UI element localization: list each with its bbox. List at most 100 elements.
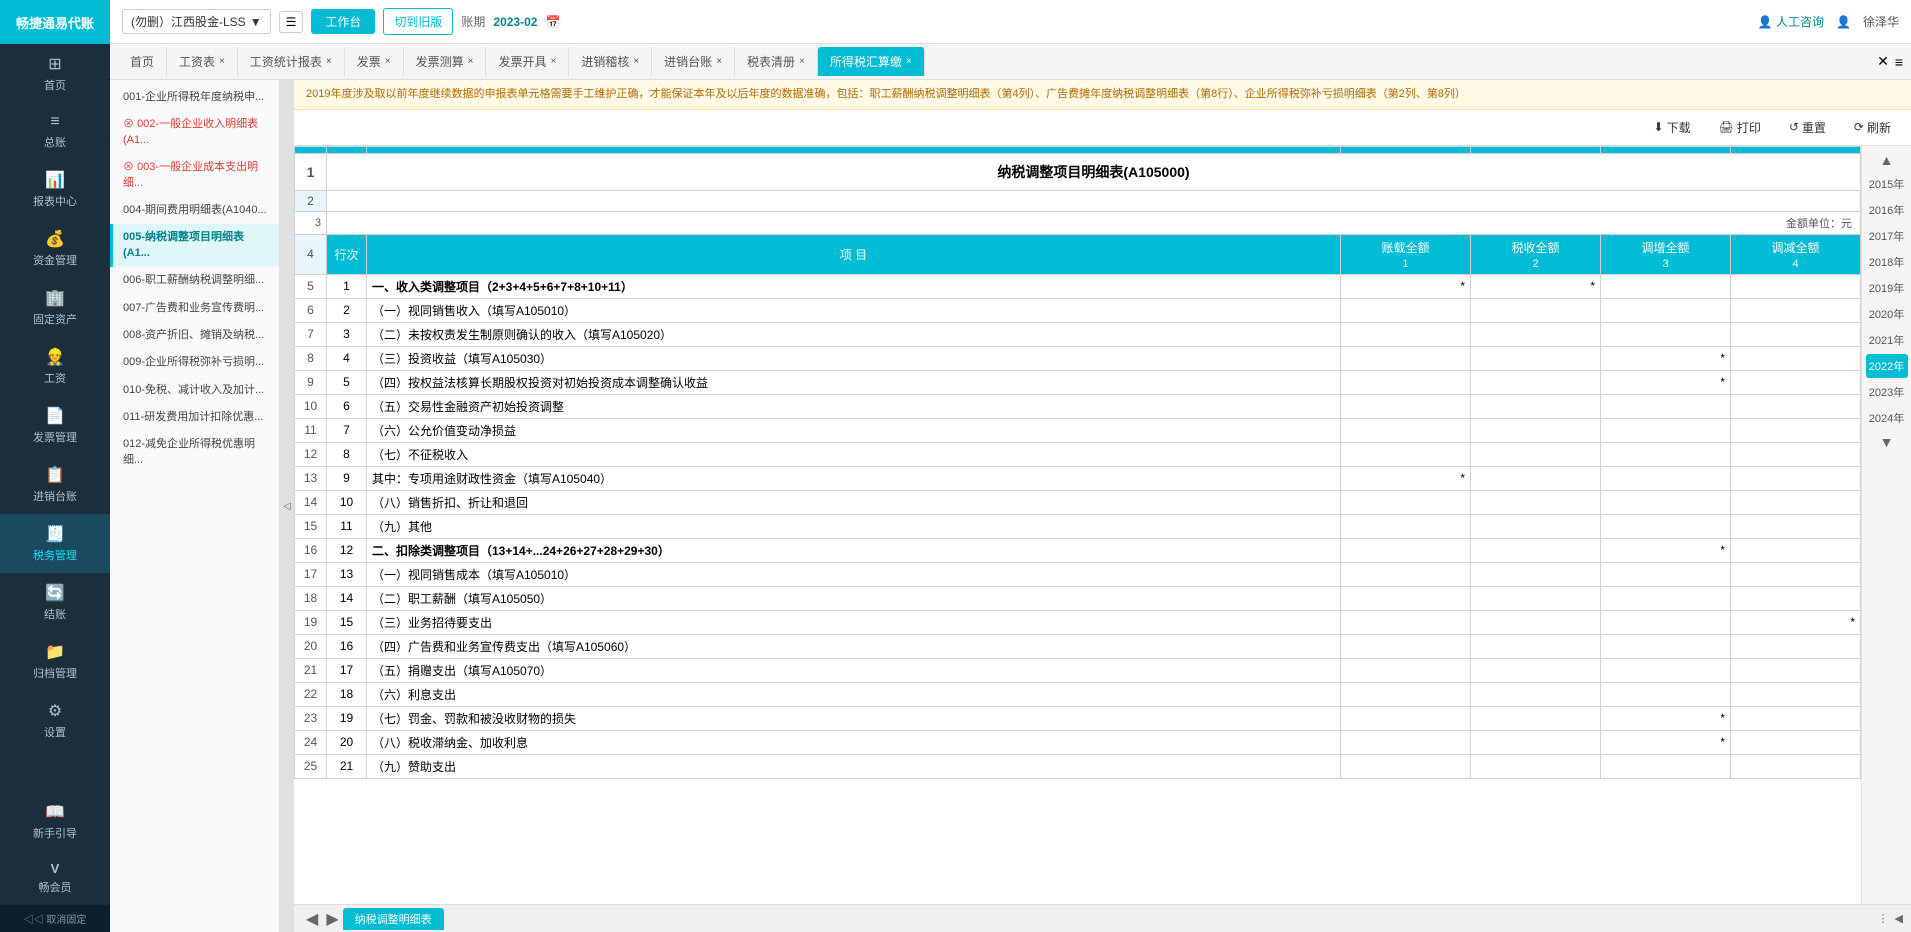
sidebar-item-sales-ledger[interactable]: 📋 进销台账 — [0, 455, 110, 514]
bottom-tab-adjust[interactable]: 纳税调整明细表 — [343, 908, 444, 930]
cell-hang[interactable]: 17 — [327, 658, 367, 682]
cell-hang[interactable]: 9 — [327, 466, 367, 490]
cell-d[interactable] — [1471, 418, 1601, 442]
cell-c[interactable] — [1341, 754, 1471, 778]
tab-payroll-report-close[interactable]: × — [326, 56, 332, 67]
cell-hang[interactable]: 7 — [327, 418, 367, 442]
left-panel-item-010[interactable]: 010-免税、减计收入及加计... — [110, 377, 279, 404]
cell-f[interactable] — [1731, 442, 1861, 466]
bottom-tab-next[interactable]: ▶ — [322, 909, 342, 929]
cell-hang[interactable]: 15 — [327, 610, 367, 634]
cell-hang[interactable]: 14 — [327, 586, 367, 610]
reset-button[interactable]: ↺ 重置 — [1781, 116, 1834, 139]
cell-d[interactable] — [1471, 298, 1601, 322]
cell-f[interactable] — [1731, 538, 1861, 562]
cell-f[interactable] — [1731, 346, 1861, 370]
table-row[interactable]: 2319（七）罚金、罚款和被没收财物的损失* — [295, 706, 1861, 730]
sidebar-item-finance[interactable]: 💰 资金管理 — [0, 219, 110, 278]
cell-hang[interactable]: 4 — [327, 346, 367, 370]
cell-e[interactable] — [1601, 418, 1731, 442]
cell-xiang[interactable]: （九）其他 — [367, 514, 1341, 538]
cell-xiang[interactable]: 其中：专项用途财政性资金（填写A105040） — [367, 466, 1341, 490]
cell-d[interactable] — [1471, 514, 1601, 538]
cell-hang[interactable]: 19 — [327, 706, 367, 730]
user-avatar[interactable]: 👤 — [1836, 15, 1851, 29]
cell-c[interactable] — [1341, 322, 1471, 346]
sidebar-item-reports[interactable]: 📊 报表中心 — [0, 160, 110, 219]
tab-invoice[interactable]: 发票 × — [345, 47, 404, 76]
cell-e[interactable]: * — [1601, 730, 1731, 754]
cell-d[interactable] — [1471, 754, 1601, 778]
tab-invoice-close[interactable]: × — [385, 56, 391, 67]
sidebar-item-archive[interactable]: 📁 归档管理 — [0, 632, 110, 691]
cell-c[interactable] — [1341, 298, 1471, 322]
table-row[interactable]: 2521（九）赞助支出 — [295, 754, 1861, 778]
company-settings-button[interactable]: ☰ — [279, 11, 304, 33]
more-tabs-icon[interactable]: ≡ — [1895, 54, 1903, 70]
refresh-button[interactable]: ⟳ 刷新 — [1846, 116, 1899, 139]
table-row[interactable]: 117（六）公允价值变动净损益 — [295, 418, 1861, 442]
close-all-tabs-icon[interactable]: ✕ — [1877, 53, 1889, 70]
year-2018[interactable]: 2018年 — [1866, 250, 1908, 274]
table-row[interactable]: 51一、收入类调整项目（2+3+4+5+6+7+8+10+11）** — [295, 274, 1861, 298]
cell-d[interactable] — [1471, 562, 1601, 586]
cell-d[interactable] — [1471, 346, 1601, 370]
left-panel-item-008[interactable]: 008-资产折旧、摊销及纳税... — [110, 322, 279, 349]
table-row[interactable]: 2218（六）利息支出 — [295, 682, 1861, 706]
cell-xiang[interactable]: （一）视同销售收入（填写A105010） — [367, 298, 1341, 322]
cell-e[interactable] — [1601, 658, 1731, 682]
cell-c[interactable] — [1341, 586, 1471, 610]
cell-f[interactable] — [1731, 298, 1861, 322]
cell-f[interactable] — [1731, 706, 1861, 730]
cell-c[interactable]: * — [1341, 466, 1471, 490]
cell-xiang[interactable]: （四）广告费和业务宣传费支出（填写A105060） — [367, 634, 1341, 658]
cell-hang[interactable]: 21 — [327, 754, 367, 778]
cell-f[interactable] — [1731, 562, 1861, 586]
year-2017[interactable]: 2017年 — [1866, 224, 1908, 248]
tab-invoice-calc[interactable]: 发票测算 × — [404, 47, 487, 76]
cell-f[interactable] — [1731, 394, 1861, 418]
tab-payroll-report[interactable]: 工资统计报表 × — [238, 47, 345, 76]
left-panel-item-003[interactable]: ⊗ 003-一般企业成本支出明细... — [110, 154, 279, 197]
cell-d[interactable] — [1471, 394, 1601, 418]
sidebar-item-assets[interactable]: 🏢 固定资产 — [0, 278, 110, 337]
cell-d[interactable]: * — [1471, 274, 1601, 298]
table-row[interactable]: 84（三）投资收益（填写A105030）* — [295, 346, 1861, 370]
tab-sales-audit-close[interactable]: × — [633, 56, 639, 67]
table-row[interactable]: 106（五）交易性金融资产初始投资调整 — [295, 394, 1861, 418]
cell-e[interactable]: * — [1601, 538, 1731, 562]
cell-f[interactable] — [1731, 634, 1861, 658]
tab-payroll[interactable]: 工资表 × — [167, 47, 238, 76]
cell-d[interactable] — [1471, 586, 1601, 610]
table-row[interactable]: 73（二）未按权责发生制原则确认的收入（填写A105020） — [295, 322, 1861, 346]
cell-e[interactable] — [1601, 466, 1731, 490]
cell-f[interactable]: * — [1731, 610, 1861, 634]
cell-d[interactable] — [1471, 682, 1601, 706]
year-2022[interactable]: 2022年 — [1866, 354, 1908, 378]
cell-c[interactable] — [1341, 730, 1471, 754]
table-row[interactable]: 1511（九）其他 — [295, 514, 1861, 538]
cell-f[interactable] — [1731, 514, 1861, 538]
tab-income-tax[interactable]: 所得税汇算缴 × — [818, 47, 925, 76]
cell-d[interactable] — [1471, 730, 1601, 754]
sidebar-item-guide[interactable]: 📖 新手引导 — [0, 792, 110, 851]
year-2015[interactable]: 2015年 — [1866, 172, 1908, 196]
table-row[interactable]: 2117（五）捐赠支出（填写A105070） — [295, 658, 1861, 682]
cell-c[interactable] — [1341, 634, 1471, 658]
cell-c[interactable] — [1341, 346, 1471, 370]
cell-xiang[interactable]: （八）税收滞纳金、加收利息 — [367, 730, 1341, 754]
sidebar-item-invoices[interactable]: 📄 发票管理 — [0, 396, 110, 455]
bottom-tab-prev[interactable]: ◀ — [302, 909, 322, 929]
cell-f[interactable] — [1731, 682, 1861, 706]
cell-hang[interactable]: 12 — [327, 538, 367, 562]
cell-d[interactable] — [1471, 610, 1601, 634]
cell-hang[interactable]: 10 — [327, 490, 367, 514]
panel-collapse-button[interactable]: ◁ — [280, 80, 294, 932]
left-panel-item-006[interactable]: 006-职工薪酬纳税调整明细... — [110, 267, 279, 294]
cell-f[interactable] — [1731, 586, 1861, 610]
tab-tax-list[interactable]: 税表清册 × — [735, 47, 818, 76]
table-row[interactable]: 139 其中：专项用途财政性资金（填写A105040）* — [295, 466, 1861, 490]
year-2016[interactable]: 2016年 — [1866, 198, 1908, 222]
cell-hang[interactable]: 2 — [327, 298, 367, 322]
cell-hang[interactable]: 5 — [327, 370, 367, 394]
